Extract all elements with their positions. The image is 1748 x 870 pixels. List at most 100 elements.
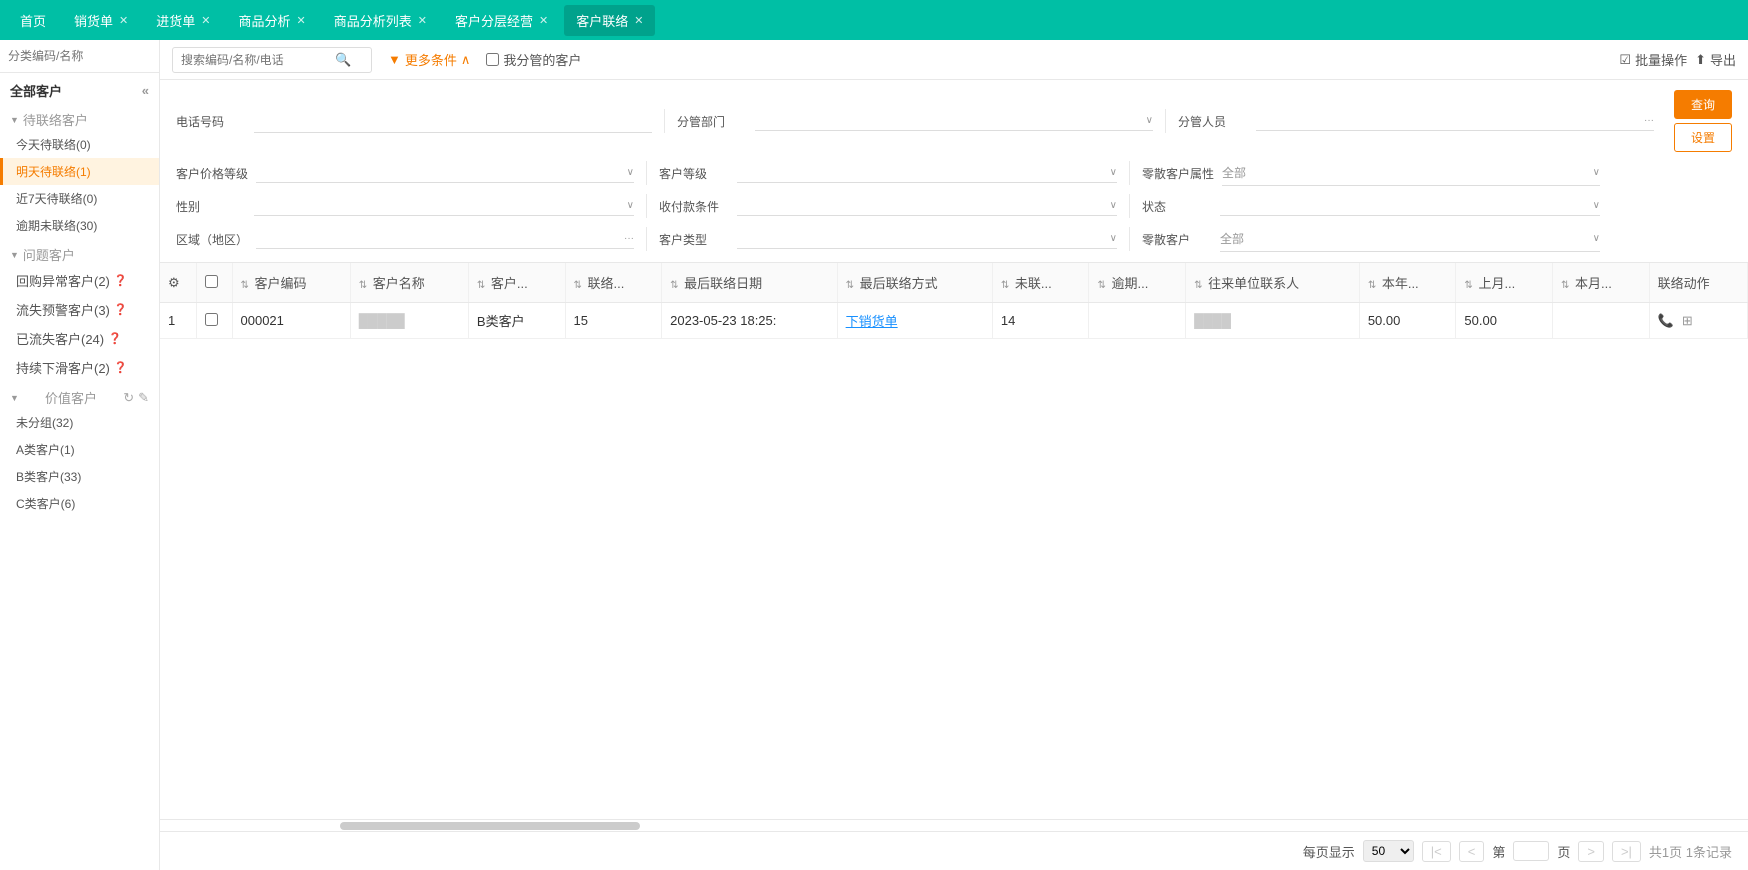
settings-icon[interactable]: ⚙ bbox=[168, 275, 180, 290]
row-checkbox[interactable] bbox=[205, 313, 218, 326]
gender-label: 性别 bbox=[176, 198, 246, 215]
sort-icon-this-month[interactable]: ⇅ bbox=[1561, 280, 1569, 291]
help-icon-abnormal[interactable]: ❓ bbox=[114, 274, 128, 287]
call-icon[interactable]: 📞 bbox=[1658, 313, 1674, 329]
toolbar: 🔍 ▼ 更多条件 ∧ 我分管的客户 ☑ 批量操作 ⬆ 导出 bbox=[160, 40, 1748, 80]
person-select[interactable]: ··· bbox=[1256, 111, 1654, 131]
problem-customers-group: 问题客户 bbox=[0, 239, 159, 266]
sidebar-item-churned[interactable]: 已流失客户(24) ❓ bbox=[0, 324, 159, 353]
scroll-bar-container[interactable] bbox=[160, 819, 1748, 831]
reset-btn[interactable]: 设置 bbox=[1674, 123, 1732, 152]
filter-panel: 电话号码 分管部门 ∨ 分管人员 ··· bbox=[160, 80, 1748, 263]
first-page-btn[interactable]: |< bbox=[1422, 841, 1451, 862]
customer-level-select[interactable]: ∨ bbox=[737, 163, 1117, 183]
customer-type-select[interactable]: ∨ bbox=[737, 229, 1117, 249]
sort-icon-method[interactable]: ⇅ bbox=[846, 280, 854, 291]
close-product-list-icon[interactable]: ✕ bbox=[418, 14, 427, 27]
sidebar-item-a-class[interactable]: A类客户(1) bbox=[0, 436, 159, 463]
sort-icon-date[interactable]: ⇅ bbox=[670, 280, 678, 291]
sort-icon-unit[interactable]: ⇅ bbox=[1194, 280, 1202, 291]
filter-retail-attr: 零散客户属性 全部 ∨ bbox=[1142, 160, 1600, 186]
sidebar-item-c-class[interactable]: C类客户(6) bbox=[0, 490, 159, 517]
filter-row-2: 客户价格等级 ∨ 客户等级 ∨ 零散客户属性 bbox=[176, 160, 1732, 186]
sidebar-search-input[interactable] bbox=[8, 49, 160, 63]
sidebar-item-abnormal[interactable]: 回购异常客户(2) ❓ bbox=[0, 266, 159, 295]
close-customer-tier-icon[interactable]: ✕ bbox=[539, 14, 548, 27]
help-icon-declining[interactable]: ❓ bbox=[114, 361, 128, 374]
collapse-icon[interactable]: « bbox=[142, 83, 149, 98]
close-customer-contact-icon[interactable]: ✕ bbox=[634, 14, 643, 27]
nav-home[interactable]: 首页 bbox=[8, 5, 58, 36]
refresh-icon[interactable]: ↻ bbox=[123, 390, 134, 406]
gender-select[interactable]: ∨ bbox=[254, 196, 634, 216]
sort-icon-not-contacted[interactable]: ⇅ bbox=[1001, 280, 1009, 291]
nav-purchase[interactable]: 进货单 ✕ bbox=[144, 5, 222, 36]
sidebar-item-today[interactable]: 今天待联络(0) bbox=[0, 131, 159, 158]
sort-icon-type[interactable]: ⇅ bbox=[477, 280, 485, 291]
help-icon-churned[interactable]: ❓ bbox=[108, 332, 122, 345]
cell-last-date: 2023-05-23 18:25: bbox=[662, 303, 838, 339]
col-customer-name: ⇅ 客户名称 bbox=[350, 263, 468, 303]
export-btn[interactable]: ⬆ 导出 bbox=[1695, 50, 1736, 69]
query-btn[interactable]: 查询 bbox=[1674, 90, 1732, 119]
sort-icon[interactable]: ⇅ bbox=[241, 280, 249, 291]
table-body: 1 000021 █████ B类客户 15 2023-05-23 18:25:… bbox=[160, 303, 1748, 339]
edit-icon[interactable]: ✎ bbox=[138, 390, 149, 406]
next-page-btn[interactable]: > bbox=[1578, 841, 1604, 862]
cell-code: 000021 bbox=[232, 303, 350, 339]
my-customers-checkbox[interactable]: 我分管的客户 bbox=[486, 50, 581, 69]
scroll-bar-thumb[interactable] bbox=[340, 822, 640, 830]
phone-input[interactable] bbox=[254, 110, 652, 133]
divider-4 bbox=[1129, 161, 1130, 185]
sidebar-item-churn-warning[interactable]: 流失预警客户(3) ❓ bbox=[0, 295, 159, 324]
retail-attr-select[interactable]: 全部 ∨ bbox=[1222, 160, 1600, 186]
sort-icon-name[interactable]: ⇅ bbox=[359, 280, 367, 291]
sort-icon-contact[interactable]: ⇅ bbox=[574, 280, 582, 291]
close-purchase-icon[interactable]: ✕ bbox=[201, 14, 210, 27]
status-chevron: ∨ bbox=[1593, 200, 1600, 211]
nav-customer-contact[interactable]: 客户联络 ✕ bbox=[564, 5, 655, 36]
close-product-analysis-icon[interactable]: ✕ bbox=[297, 14, 306, 27]
sidebar-item-declining[interactable]: 持续下滑客户(2) ❓ bbox=[0, 353, 159, 382]
qr-icon[interactable]: ⊞ bbox=[1682, 313, 1693, 329]
search-input[interactable] bbox=[181, 53, 331, 67]
cell-index: 1 bbox=[160, 303, 196, 339]
col-last-month: ⇅ 上月... bbox=[1456, 263, 1553, 303]
sort-icon-overdue[interactable]: ⇅ bbox=[1097, 280, 1105, 291]
search-icon[interactable]: 🔍 bbox=[335, 52, 351, 68]
col-checkbox[interactable] bbox=[196, 263, 232, 303]
close-sales-icon[interactable]: ✕ bbox=[119, 14, 128, 27]
nav-product-list[interactable]: 商品分析列表 ✕ bbox=[322, 5, 439, 36]
batch-btn[interactable]: ☑ 批量操作 bbox=[1619, 50, 1687, 69]
page-size-select[interactable]: 50 100 200 bbox=[1363, 840, 1414, 862]
dept-select[interactable]: ∨ bbox=[755, 111, 1153, 131]
table-row: 1 000021 █████ B类客户 15 2023-05-23 18:25:… bbox=[160, 303, 1748, 339]
sidebar-item-b-class[interactable]: B类客户(33) bbox=[0, 463, 159, 490]
cell-checkbox[interactable] bbox=[196, 303, 232, 339]
region-select[interactable]: ··· bbox=[256, 229, 634, 249]
cell-unit-contact: ████ bbox=[1186, 303, 1360, 339]
select-all-checkbox[interactable] bbox=[205, 275, 218, 288]
prev-page-btn[interactable]: < bbox=[1459, 841, 1485, 862]
col-settings[interactable]: ⚙ bbox=[160, 263, 196, 303]
retail-customer-select[interactable]: 全部 ∨ bbox=[1220, 226, 1600, 252]
nav-product-analysis[interactable]: 商品分析 ✕ bbox=[226, 5, 317, 36]
sort-icon-year[interactable]: ⇅ bbox=[1368, 280, 1376, 291]
cell-last-method[interactable]: 下销货单 bbox=[837, 303, 992, 339]
sidebar-item-7days[interactable]: 近7天待联络(0) bbox=[0, 185, 159, 212]
sidebar-item-overdue[interactable]: 逾期未联络(30) bbox=[0, 212, 159, 239]
sidebar-item-ungrouped[interactable]: 未分组(32) bbox=[0, 409, 159, 436]
retail-customer-label: 零散客户 bbox=[1142, 231, 1212, 248]
last-page-btn[interactable]: >| bbox=[1612, 841, 1641, 862]
sidebar-item-tomorrow[interactable]: 明天待联络(1) bbox=[0, 158, 159, 185]
price-level-select[interactable]: ∨ bbox=[256, 163, 634, 183]
help-icon-churn-warning[interactable]: ❓ bbox=[114, 303, 128, 316]
payment-select[interactable]: ∨ bbox=[737, 196, 1117, 216]
nav-sales[interactable]: 销货单 ✕ bbox=[62, 5, 140, 36]
my-customers-check[interactable] bbox=[486, 53, 499, 66]
status-select[interactable]: ∨ bbox=[1220, 196, 1600, 216]
filter-more-btn[interactable]: ▼ 更多条件 ∧ bbox=[380, 46, 478, 73]
page-input[interactable]: 1 bbox=[1513, 841, 1549, 861]
sort-icon-last-month[interactable]: ⇅ bbox=[1464, 280, 1472, 291]
nav-customer-tier[interactable]: 客户分层经营 ✕ bbox=[443, 5, 560, 36]
